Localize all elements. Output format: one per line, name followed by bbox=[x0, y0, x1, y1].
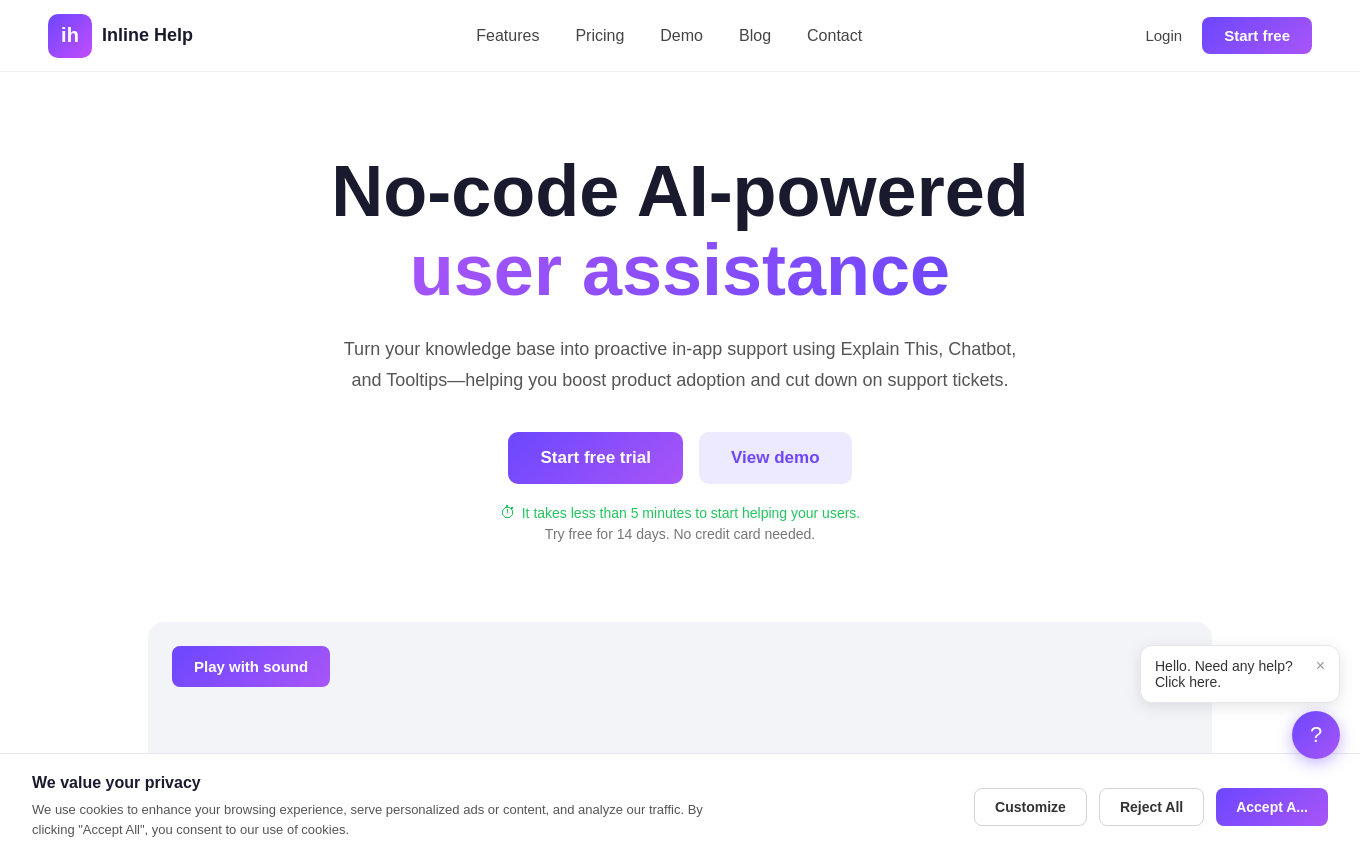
navbar: ih Inline Help Features Pricing Demo Blo… bbox=[0, 0, 1360, 72]
logo-icon: ih bbox=[48, 14, 92, 58]
hero-headline: No-code AI-powered user assistance bbox=[48, 152, 1312, 310]
nav-demo[interactable]: Demo bbox=[660, 27, 703, 45]
play-with-sound-button[interactable]: Play with sound bbox=[172, 646, 330, 687]
logo-text: Inline Help bbox=[102, 25, 193, 46]
nav-blog[interactable]: Blog bbox=[739, 27, 771, 45]
cookie-title: We value your privacy bbox=[32, 774, 950, 792]
chat-bubble-text: Hello. Need any help? Click here. bbox=[1155, 658, 1308, 690]
hero-buttons: Start free trial View demo bbox=[48, 432, 1312, 484]
nav-links: Features Pricing Demo Blog Contact bbox=[476, 27, 862, 45]
hero-fast-note: ⏱ It takes less than 5 minutes to start … bbox=[48, 504, 1312, 522]
start-free-trial-button[interactable]: Start free trial bbox=[508, 432, 683, 484]
hero-section: No-code AI-powered user assistance Turn … bbox=[0, 72, 1360, 582]
hero-note: ⏱ It takes less than 5 minutes to start … bbox=[48, 504, 1312, 542]
logo-link[interactable]: ih Inline Help bbox=[48, 14, 193, 58]
accept-all-button[interactable]: Accept A... bbox=[1216, 788, 1328, 826]
nav-right: Login Start free bbox=[1145, 17, 1312, 54]
nav-start-free-button[interactable]: Start free bbox=[1202, 17, 1312, 54]
cookie-text: We use cookies to enhance your browsing … bbox=[32, 800, 732, 839]
nav-contact[interactable]: Contact bbox=[807, 27, 862, 45]
customize-button[interactable]: Customize bbox=[974, 788, 1087, 826]
cookie-left: We value your privacy We use cookies to … bbox=[32, 774, 950, 839]
nav-features[interactable]: Features bbox=[476, 27, 539, 45]
cookie-buttons: Customize Reject All Accept A... bbox=[974, 788, 1328, 826]
nav-pricing[interactable]: Pricing bbox=[575, 27, 624, 45]
chat-icon: ? bbox=[1310, 722, 1322, 748]
chat-bubble: Hello. Need any help? Click here. × bbox=[1140, 645, 1340, 703]
cookie-banner: We value your privacy We use cookies to … bbox=[0, 753, 1360, 859]
chat-icon-button[interactable]: ? bbox=[1292, 711, 1340, 759]
chat-close-button[interactable]: × bbox=[1316, 658, 1325, 674]
clock-icon: ⏱ bbox=[500, 504, 516, 522]
hero-headline-gradient: user assistance bbox=[410, 230, 950, 310]
chat-widget: Hello. Need any help? Click here. × ? bbox=[1140, 645, 1340, 759]
reject-all-button[interactable]: Reject All bbox=[1099, 788, 1204, 826]
login-link[interactable]: Login bbox=[1145, 27, 1182, 44]
hero-subtitle: Turn your knowledge base into proactive … bbox=[340, 334, 1020, 395]
hero-sub-note: Try free for 14 days. No credit card nee… bbox=[48, 526, 1312, 542]
view-demo-button[interactable]: View demo bbox=[699, 432, 852, 484]
